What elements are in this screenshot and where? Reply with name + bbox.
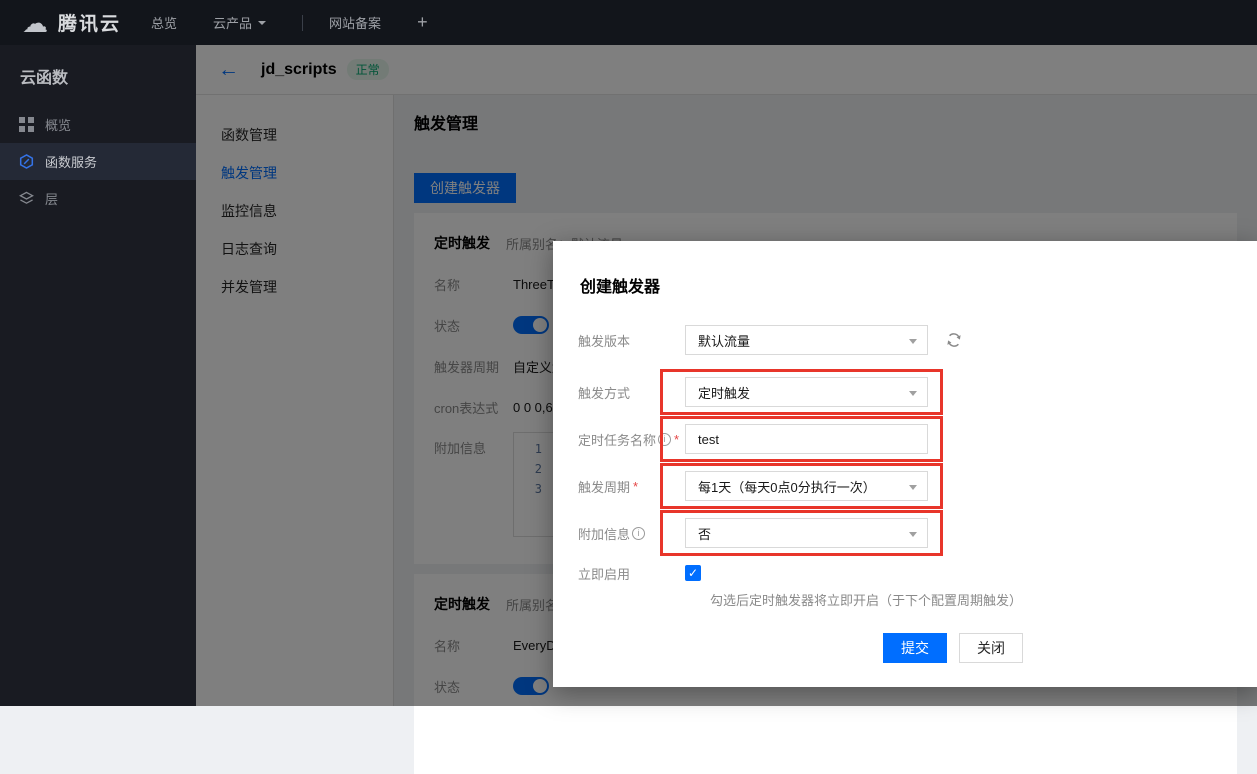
chevron-down-icon [909, 485, 917, 490]
sidebar-item-label: 层 [45, 189, 58, 208]
form-row-trigger-type: 触发方式 定时触发 [578, 377, 1257, 407]
enable-now-checkbox[interactable]: ✓ [685, 565, 701, 581]
trigger-period-select[interactable]: 每1天（每天0点0分执行一次） [685, 471, 928, 501]
sidebar-item-label: 函数服务 [45, 152, 97, 171]
field-label: 定时任务名称 i * [578, 430, 685, 449]
field-label: 立即启用 [578, 564, 685, 583]
trigger-type-select[interactable]: 定时触发 [685, 377, 928, 407]
chevron-down-icon [909, 339, 917, 344]
form-row-trigger-version: 触发版本 默认流量 [578, 325, 1257, 355]
brand-logo[interactable]: ☁ 腾讯云 [22, 9, 121, 36]
trigger-version-select[interactable]: 默认流量 [685, 325, 928, 355]
sidebar-item-overview[interactable]: 概览 [0, 106, 196, 143]
required-asterisk: * [674, 432, 679, 447]
chevron-down-icon [258, 21, 266, 25]
sidebar-item-function-service[interactable]: 函数服务 [0, 143, 196, 180]
info-circle-icon[interactable]: i [658, 433, 671, 446]
sidebar-item-label: 概览 [45, 115, 71, 134]
top-nav: 总览 云产品 网站备案 + [151, 12, 464, 33]
form-row-trigger-period: 触发周期 * 每1天（每天0点0分执行一次） [578, 471, 1257, 501]
create-trigger-modal: 创建触发器 触发版本 默认流量 触发方式 定时触发 [553, 241, 1257, 687]
nav-item-icp[interactable]: 网站备案 [329, 13, 381, 32]
field-label: 触发方式 [578, 383, 685, 402]
brand-name: 腾讯云 [58, 9, 121, 36]
hexagon-icon [19, 154, 34, 169]
nav-item-cloud-products[interactable]: 云产品 [213, 13, 266, 32]
field-label: 触发版本 [578, 331, 685, 350]
nav-item-overview[interactable]: 总览 [151, 13, 177, 32]
form-row-task-name: 定时任务名称 i * [578, 424, 1257, 454]
close-button[interactable]: 关闭 [959, 633, 1023, 663]
info-circle-icon[interactable]: i [632, 527, 645, 540]
product-sidebar: 云函数 概览 函数服务 层 [0, 45, 196, 706]
modal-title: 创建触发器 [553, 241, 1257, 297]
task-name-input[interactable] [685, 424, 928, 454]
product-title: 云函数 [0, 45, 196, 106]
nav-divider [302, 15, 303, 31]
required-asterisk: * [633, 479, 638, 494]
submit-button[interactable]: 提交 [883, 633, 947, 663]
extra-info-select[interactable]: 否 [685, 518, 928, 548]
grid-icon [19, 117, 34, 132]
form-row-enable-now: 立即启用 ✓ [578, 565, 1257, 581]
field-label: 附加信息 i [578, 524, 685, 543]
refresh-icon[interactable] [945, 331, 963, 349]
chevron-down-icon [909, 532, 917, 537]
cloud-icon: ☁ [22, 10, 48, 36]
form-row-extra-info: 附加信息 i 否 [578, 518, 1257, 548]
chevron-down-icon [909, 391, 917, 396]
plus-icon[interactable]: + [417, 12, 428, 33]
enable-hint: 勾选后定时触发器将立即开启（于下个配置周期触发） [710, 590, 1257, 609]
sidebar-item-layers[interactable]: 层 [0, 180, 196, 217]
field-label: 触发周期 * [578, 477, 685, 496]
layers-icon [19, 191, 34, 206]
topbar: ☁ 腾讯云 总览 云产品 网站备案 + [0, 0, 1257, 45]
